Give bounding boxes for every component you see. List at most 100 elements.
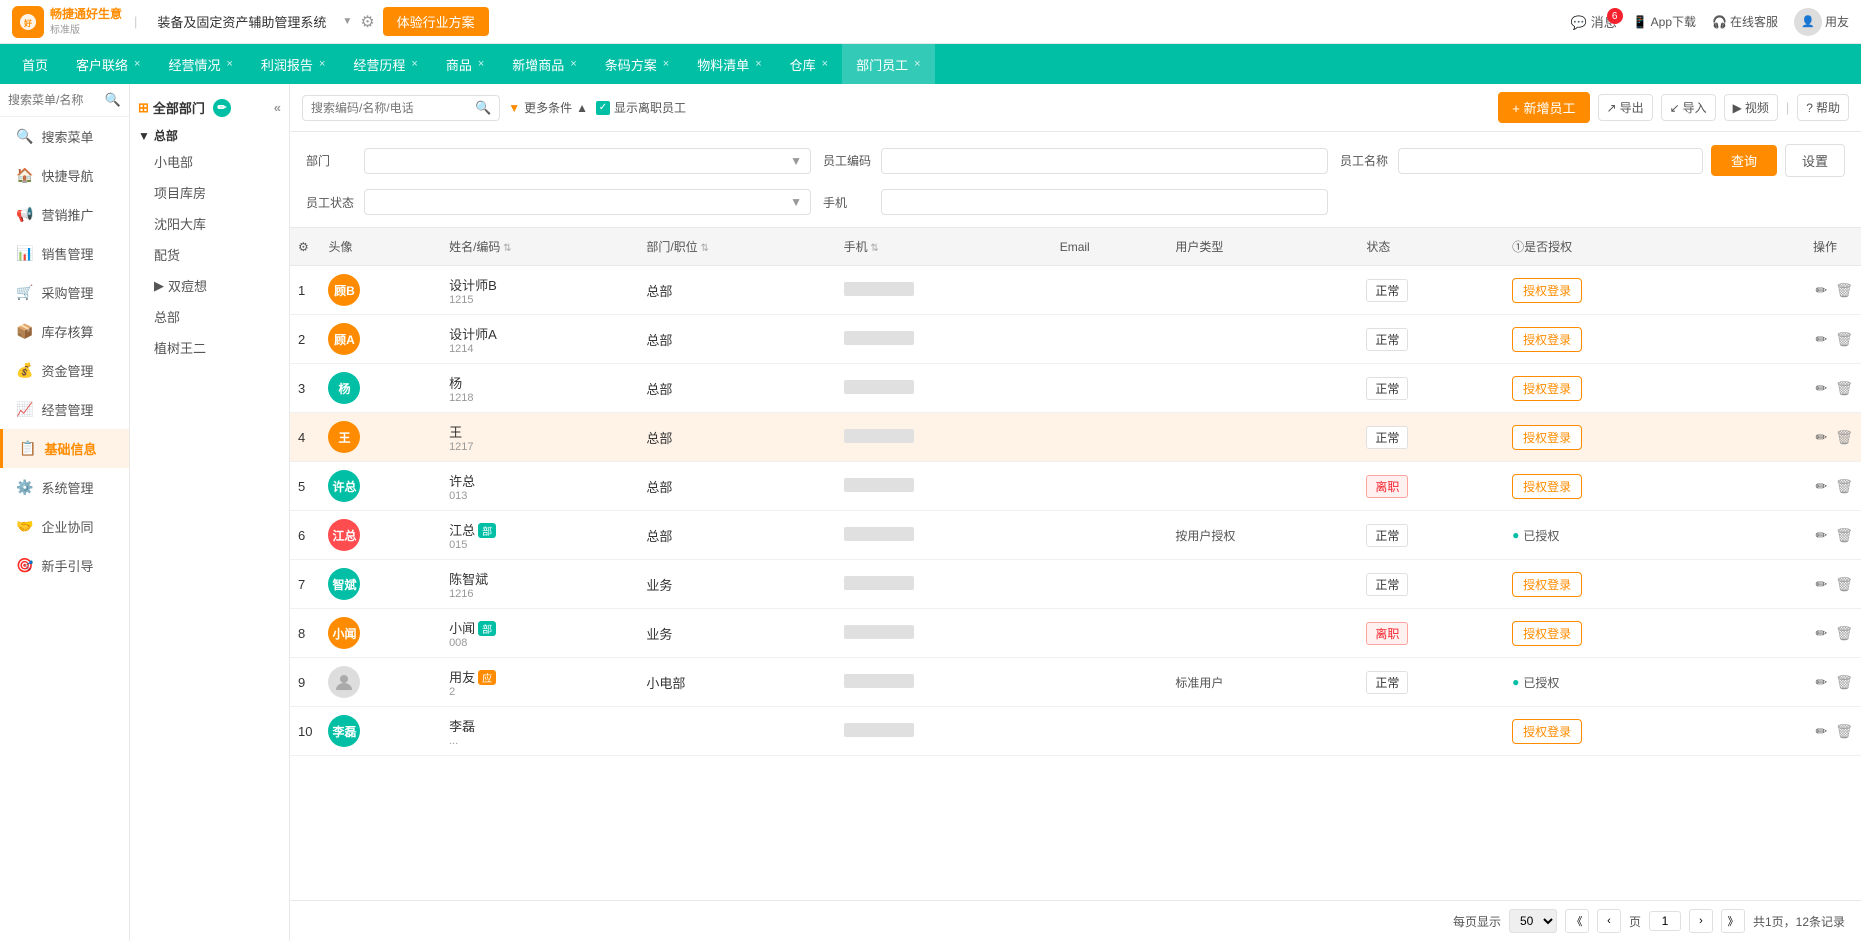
- tab-warehouse[interactable]: 仓库×: [776, 44, 842, 84]
- sidebar-search-box[interactable]: 🔍: [0, 84, 129, 117]
- sidebar-item-purchase[interactable]: 🛒 采购管理: [0, 273, 129, 312]
- online-service-link[interactable]: 🎧 在线客服: [1712, 13, 1778, 30]
- sidebar-search-input[interactable]: [8, 93, 105, 107]
- close-icon[interactable]: ×: [822, 58, 828, 70]
- tab-operations[interactable]: 经营情况×: [154, 44, 246, 84]
- tab-goods[interactable]: 商品×: [432, 44, 498, 84]
- close-icon[interactable]: ×: [319, 58, 325, 70]
- close-icon[interactable]: ×: [663, 58, 669, 70]
- page-size-select[interactable]: 50: [1509, 909, 1557, 933]
- edit-button[interactable]: ✏: [1815, 576, 1827, 593]
- view-button[interactable]: ▶ 视频: [1724, 94, 1778, 121]
- sidebar-item-basic[interactable]: 📋 基础信息: [0, 429, 129, 468]
- close-icon[interactable]: ×: [226, 58, 232, 70]
- emp-status-select[interactable]: ▼: [364, 189, 811, 215]
- dept-item-project[interactable]: 项目库房: [138, 177, 289, 208]
- add-employee-button[interactable]: + 新增员工: [1498, 92, 1589, 123]
- sidebar-item-search[interactable]: 🔍 搜索菜单: [0, 117, 129, 156]
- next-page-button[interactable]: ›: [1689, 909, 1713, 933]
- help-button[interactable]: ? 帮助: [1797, 94, 1849, 121]
- edit-dept-icon[interactable]: ✏: [213, 99, 231, 117]
- dept-item-peihuo[interactable]: 配货: [138, 239, 289, 270]
- dept-item-shenyang[interactable]: 沈阳大库: [138, 208, 289, 239]
- sidebar-item-operations[interactable]: 📈 经营管理: [0, 390, 129, 429]
- prev-page-button[interactable]: ‹: [1597, 909, 1621, 933]
- close-icon[interactable]: ×: [134, 58, 140, 70]
- col-dept[interactable]: 部门/职位: [638, 228, 835, 266]
- emp-name-input[interactable]: [1398, 148, 1703, 174]
- close-icon[interactable]: ×: [478, 58, 484, 70]
- search-input[interactable]: [311, 101, 471, 115]
- sidebar-item-sales[interactable]: 📊 销售管理: [0, 234, 129, 273]
- dept-group-zongbu[interactable]: ▼ 总部: [130, 123, 289, 146]
- import-button[interactable]: ↙ 导入: [1661, 94, 1716, 121]
- tab-barcode[interactable]: 条码方案×: [591, 44, 683, 84]
- auth-button[interactable]: 授权登录: [1512, 278, 1582, 303]
- auth-button[interactable]: 授权登录: [1512, 425, 1582, 450]
- sidebar-item-guide[interactable]: 🎯 新手引导: [0, 546, 129, 585]
- edit-button[interactable]: ✏: [1815, 380, 1827, 397]
- tab-journey[interactable]: 经营历程×: [339, 44, 431, 84]
- tab-bom[interactable]: 物料清单×: [683, 44, 775, 84]
- tab-profit[interactable]: 利润报告×: [247, 44, 339, 84]
- edit-button[interactable]: ✏: [1815, 331, 1827, 348]
- dept-item-zongbu[interactable]: 总部: [138, 301, 289, 332]
- delete-button[interactable]: 🗑: [1835, 331, 1853, 348]
- dept-filter-select[interactable]: ▼: [364, 148, 811, 174]
- edit-button[interactable]: ✏: [1815, 527, 1827, 544]
- edit-button[interactable]: ✏: [1815, 478, 1827, 495]
- delete-button[interactable]: 🗑: [1835, 380, 1853, 397]
- delete-button[interactable]: 🗑: [1835, 282, 1853, 299]
- dept-item-shuangdou[interactable]: ▶ 双痘想: [138, 270, 289, 301]
- export-button[interactable]: ↗ 导出: [1598, 94, 1653, 121]
- delete-button[interactable]: 🗑: [1835, 576, 1853, 593]
- dropdown-arrow-icon[interactable]: ▼: [342, 16, 352, 27]
- delete-button[interactable]: 🗑: [1835, 527, 1853, 544]
- query-button[interactable]: 查询: [1711, 145, 1777, 176]
- edit-button[interactable]: ✏: [1815, 625, 1827, 642]
- page-input[interactable]: [1649, 911, 1681, 931]
- col-name[interactable]: 姓名/编码: [441, 228, 638, 266]
- auth-button[interactable]: 授权登录: [1512, 621, 1582, 646]
- emp-code-input[interactable]: [881, 148, 1328, 174]
- col-settings[interactable]: ⚙: [290, 228, 320, 266]
- edit-button[interactable]: ✏: [1815, 282, 1827, 299]
- close-icon[interactable]: ×: [411, 58, 417, 70]
- settings-icon[interactable]: ⚙: [360, 12, 374, 32]
- trial-button[interactable]: 体验行业方案: [383, 7, 489, 36]
- auth-button[interactable]: 授权登录: [1512, 474, 1582, 499]
- sidebar-item-inventory[interactable]: 📦 库存核算: [0, 312, 129, 351]
- sidebar-item-system[interactable]: ⚙️ 系统管理: [0, 468, 129, 507]
- delete-button[interactable]: 🗑: [1835, 674, 1853, 691]
- close-icon[interactable]: ×: [914, 58, 920, 70]
- auth-button[interactable]: 授权登录: [1512, 719, 1582, 744]
- set-button[interactable]: 设置: [1785, 144, 1845, 177]
- sidebar-item-finance[interactable]: 💰 资金管理: [0, 351, 129, 390]
- close-icon[interactable]: ×: [570, 58, 576, 70]
- auth-button[interactable]: 授权登录: [1512, 572, 1582, 597]
- delete-button[interactable]: 🗑: [1835, 478, 1853, 495]
- dept-item-zhushu[interactable]: 植树王二: [138, 332, 289, 363]
- sidebar-item-marketing[interactable]: 📢 营销推广: [0, 195, 129, 234]
- first-page-button[interactable]: 《: [1565, 909, 1589, 933]
- delete-button[interactable]: 🗑: [1835, 625, 1853, 642]
- tab-employees[interactable]: 部门员工×: [842, 44, 934, 84]
- last-page-button[interactable]: 》: [1721, 909, 1745, 933]
- app-download-link[interactable]: 📱 App下载: [1633, 13, 1696, 30]
- close-icon[interactable]: ×: [755, 58, 761, 70]
- edit-button[interactable]: ✏: [1815, 723, 1827, 740]
- tab-home[interactable]: 首页: [8, 44, 62, 84]
- delete-button[interactable]: 🗑: [1835, 723, 1853, 740]
- message-badge[interactable]: 💬 消息 6: [1571, 12, 1617, 31]
- dept-item-xiaodibu[interactable]: 小电部: [138, 146, 289, 177]
- auth-button[interactable]: 授权登录: [1512, 376, 1582, 401]
- sidebar-item-nav[interactable]: 🏠 快捷导航: [0, 156, 129, 195]
- phone-input[interactable]: [881, 189, 1328, 215]
- auth-button[interactable]: 授权登录: [1512, 327, 1582, 352]
- sidebar-item-collab[interactable]: 🤝 企业协同: [0, 507, 129, 546]
- tab-add-goods[interactable]: 新增商品×: [498, 44, 590, 84]
- edit-button[interactable]: ✏: [1815, 674, 1827, 691]
- show-resign-checkbox[interactable]: ✓ 显示离职员工: [596, 99, 686, 116]
- edit-button[interactable]: ✏: [1815, 429, 1827, 446]
- more-filter-btn[interactable]: ▼ 更多条件 ▲: [508, 99, 588, 116]
